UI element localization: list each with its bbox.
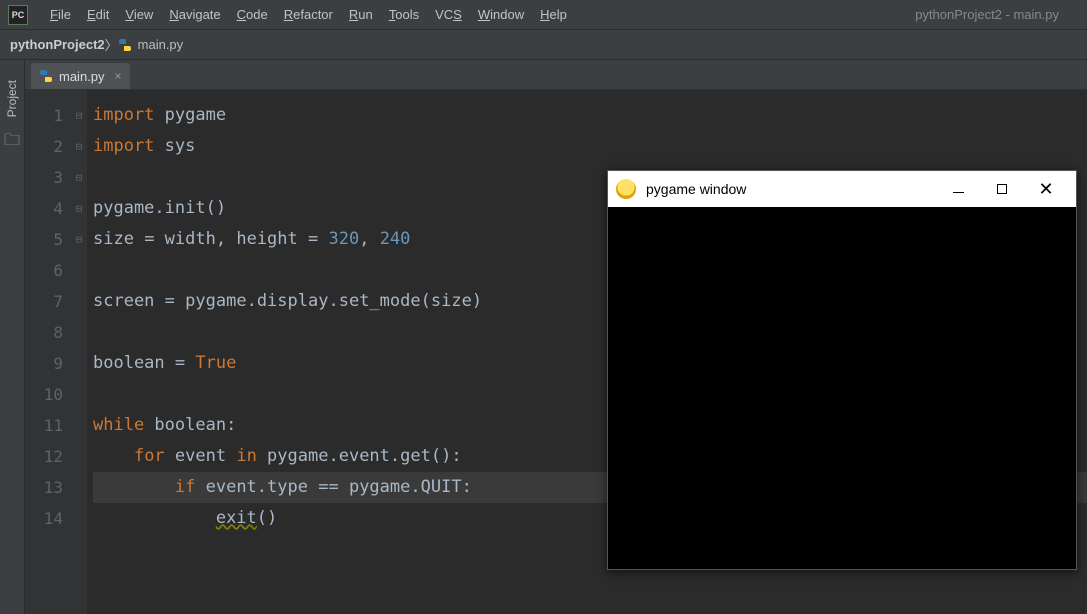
menu-bar: PC FileEditViewNavigateCodeRefactorRunTo…: [0, 0, 1087, 30]
fold-column: ⊟⊟⊟⊟⊟: [71, 90, 87, 614]
menu-code[interactable]: Code: [229, 4, 276, 25]
menu-run[interactable]: Run: [341, 4, 381, 25]
tab-main-py[interactable]: main.py ×: [31, 63, 130, 89]
line-number-gutter: 1234567891011121314: [25, 90, 71, 614]
pygame-window[interactable]: pygame window ✕: [607, 170, 1077, 570]
project-tool-label[interactable]: Project: [5, 80, 19, 117]
pygame-icon: [616, 179, 636, 199]
breadcrumb-separator: 〉: [105, 35, 118, 54]
menu-refactor[interactable]: Refactor: [276, 4, 341, 25]
window-title: pythonProject2 - main.py: [915, 7, 1059, 22]
breadcrumb-project[interactable]: pythonProject2: [10, 37, 105, 52]
close-button[interactable]: ✕: [1024, 171, 1068, 207]
menu-navigate[interactable]: Navigate: [161, 4, 228, 25]
minimize-button[interactable]: [936, 171, 980, 207]
menu-file[interactable]: File: [42, 4, 79, 25]
menu-vcs[interactable]: VCS: [427, 4, 470, 25]
menu-window[interactable]: Window: [470, 4, 532, 25]
pygame-titlebar[interactable]: pygame window ✕: [608, 171, 1076, 207]
breadcrumb-file-label: main.py: [138, 37, 184, 52]
project-files-icon[interactable]: 🗀: [4, 129, 20, 156]
editor-tabs: main.py ×: [25, 60, 1087, 90]
menu-items: FileEditViewNavigateCodeRefactorRunTools…: [42, 4, 575, 25]
breadcrumb-file[interactable]: main.py: [118, 37, 184, 52]
python-file-icon: [118, 38, 132, 52]
maximize-button[interactable]: [980, 171, 1024, 207]
menu-help[interactable]: Help: [532, 4, 575, 25]
tool-sidebar: Project 🗀: [0, 60, 25, 614]
menu-tools[interactable]: Tools: [381, 4, 427, 25]
close-icon[interactable]: ×: [115, 69, 122, 83]
pygame-window-title: pygame window: [646, 181, 746, 197]
pycharm-icon: PC: [8, 5, 28, 25]
pygame-surface: [608, 207, 1076, 569]
menu-edit[interactable]: Edit: [79, 4, 117, 25]
menu-view[interactable]: View: [117, 4, 161, 25]
breadcrumb: pythonProject2 〉 main.py: [0, 30, 1087, 60]
tab-label: main.py: [59, 69, 105, 84]
python-file-icon: [39, 69, 53, 83]
breadcrumb-project-label: pythonProject2: [10, 37, 105, 52]
